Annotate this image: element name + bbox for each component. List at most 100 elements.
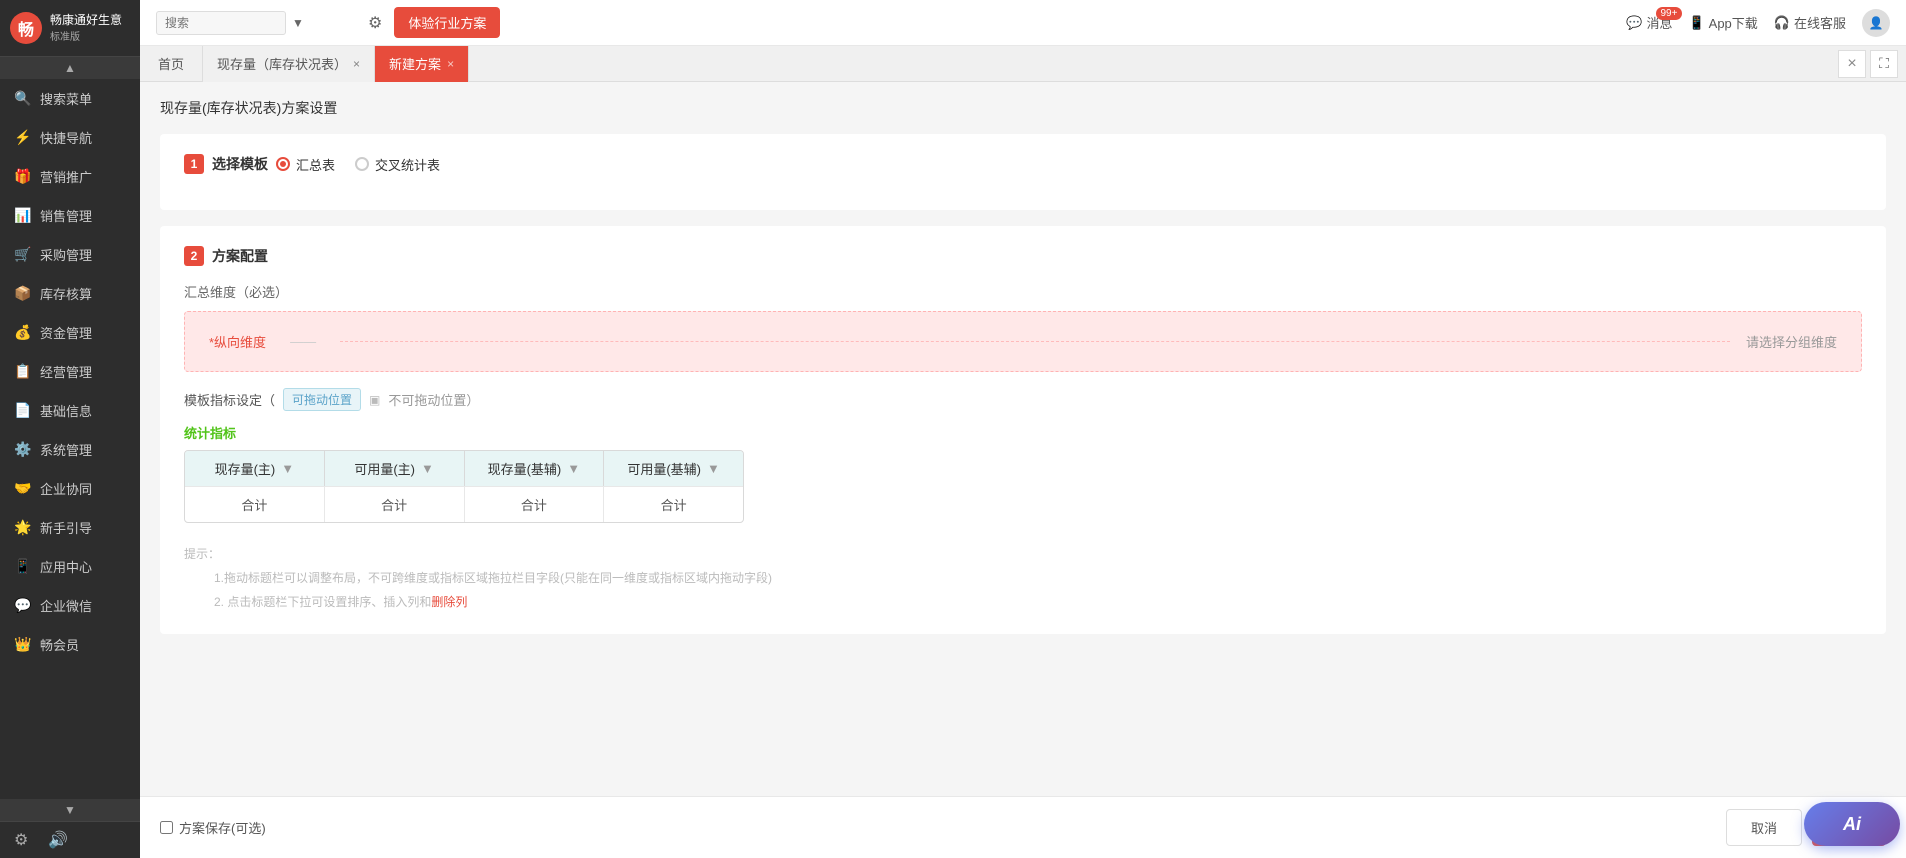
service-label: 在线客服 [1794,13,1846,32]
panel-expand-btn[interactable]: ⛶ [1870,50,1898,78]
step2-card: 2 方案配置 汇总维度（必选） *纵向维度 —— 请选择分组维度 模板指标设定（… [160,226,1886,634]
tab-inventory-status-close[interactable]: × [353,57,360,71]
sidebar-item-app-center[interactable]: 📱 应用中心 [0,547,140,586]
sidebar-label-member: 畅会员 [40,635,79,654]
avatar-placeholder: 👤 [1869,16,1884,30]
stats-col-header-2[interactable]: 现存量(基辅) ▼ [465,451,605,486]
sidebar-item-sales[interactable]: 📊 销售管理 [0,196,140,235]
tab-new-scheme-close[interactable]: × [447,57,454,71]
save-checkbox[interactable] [160,821,173,834]
tab-inventory-status[interactable]: 现存量（库存状况表） × [203,46,375,82]
settings-gear-button[interactable]: ⚙ [368,13,382,33]
sidebar-icon-search-menu: 🔍 [14,90,32,108]
sidebar-bottom: ⚙ 🔊 [0,821,140,858]
sidebar-icon-newbie: 🌟 [14,519,32,537]
message-icon: 💬 [1626,15,1642,31]
step1-title: 选择模板 [212,154,268,174]
ai-btn-label: Ai [1843,814,1861,835]
vertical-dimension-label: *纵向维度 [209,332,266,351]
immovable-icon: ▣ [369,393,380,407]
template-radio-group: 汇总表 交叉统计表 [276,155,440,174]
sidebar-icon-finance: 💰 [14,324,32,342]
radio-option-summary[interactable]: 汇总表 [276,155,335,174]
dimension-dash-line [340,341,1730,342]
cancel-button[interactable]: 取消 [1726,809,1802,846]
dimension-area[interactable]: *纵向维度 —— 请选择分组维度 [184,311,1862,372]
sidebar-label-sales: 销售管理 [40,206,92,225]
radio-summary-label: 汇总表 [296,155,335,174]
tab-home[interactable]: 首页 [140,46,203,82]
sidebar-scroll-up[interactable]: ▲ [0,57,140,79]
tips-section: 提示： 1.拖动标题栏可以调整布局，不可跨维度或指标区域拖拉栏目字段(只能在同一… [184,542,1862,614]
app-download-button[interactable]: 📱 App下载 [1688,13,1757,32]
topbar: ▼ ⚙ 体验行业方案 💬 消息 99+ 📱 App下载 🎧 在线客服 👤 [140,0,1906,46]
movable-badge: 可拖动位置 [283,388,361,411]
radio-option-cross[interactable]: 交叉统计表 [355,155,440,174]
sidebar-item-wechat[interactable]: 💬 企业微信 [0,586,140,625]
radio-summary-circle [276,157,290,171]
main-area: ▼ ⚙ 体验行业方案 💬 消息 99+ 📱 App下载 🎧 在线客服 👤 首页 [140,0,1906,858]
sidebar-item-system[interactable]: ⚙️ 系统管理 [0,430,140,469]
sidebar-item-finance[interactable]: 💰 资金管理 [0,313,140,352]
app-version: 标准版 [50,28,122,43]
stats-cell-0: 合计 [185,487,325,522]
sidebar: 畅 畅康通好生意 标准版 ▲ 🔍 搜索菜单 ⚡ 快捷导航 🎁 营销推广 📊 销售… [0,0,140,858]
sidebar-item-operation[interactable]: 📋 经营管理 [0,352,140,391]
sidebar-label-operation: 经营管理 [40,362,92,381]
panel-close-btn[interactable]: × [1838,50,1866,78]
sidebar-icon-purchase: 🛒 [14,246,32,264]
sidebar-item-member[interactable]: 👑 畅会员 [0,625,140,664]
indicator-settings-row: 模板指标设定（ 可拖动位置 ▣ 不可拖动位置） [184,388,1862,411]
sidebar-icon-enterprise: 🤝 [14,480,32,498]
col-dropdown-icon-0: ▼ [281,461,294,476]
col-label-1: 可用量(主) [354,459,415,478]
search-dropdown-button[interactable]: ▼ [292,16,304,30]
ai-float-button[interactable]: Ai [1804,802,1900,846]
tab-new-scheme[interactable]: 新建方案 × [375,46,469,82]
footer-area: 方案保存(可选) 取消 查询 [140,796,1906,858]
sidebar-icon-quick-nav: ⚡ [14,129,32,147]
app-download-label: App下载 [1709,13,1758,32]
step2-header: 2 方案配置 [184,246,1862,266]
stats-cell-1: 合计 [325,487,465,522]
sidebar-item-basic-info[interactable]: 📄 基础信息 [0,391,140,430]
online-service-button[interactable]: 🎧 在线客服 [1774,13,1846,32]
save-checkbox-area: 方案保存(可选) [160,818,266,837]
user-avatar[interactable]: 👤 [1862,9,1890,37]
sidebar-label-finance: 资金管理 [40,323,92,342]
sidebar-item-quick-nav[interactable]: ⚡ 快捷导航 [0,118,140,157]
col-label-3: 可用量(基辅) [627,459,701,478]
tip-item-2: 2. 点击标题栏下拉可设置排序、插入列和删除列 [214,590,1862,614]
page-title: 现存量(库存状况表)方案设置 [160,98,1886,118]
sidebar-item-marketing[interactable]: 🎁 营销推广 [0,157,140,196]
step2-num: 2 [184,246,204,266]
sidebar-icon-system: ⚙️ [14,441,32,459]
stats-col-header-0[interactable]: 现存量(主) ▼ [185,451,325,486]
sidebar-label-inventory: 库存核算 [40,284,92,303]
save-checkbox-label: 方案保存(可选) [179,818,266,837]
sidebar-icon-member: 👑 [14,636,32,654]
sidebar-item-purchase[interactable]: 🛒 采购管理 [0,235,140,274]
sidebar-item-enterprise[interactable]: 🤝 企业协同 [0,469,140,508]
sidebar-item-inventory[interactable]: 📦 库存核算 [0,274,140,313]
topbar-right: 💬 消息 99+ 📱 App下载 🎧 在线客服 👤 [1626,9,1890,37]
topbar-search-area: ▼ [156,11,356,35]
col-label-2: 现存量(基辅) [488,459,562,478]
col-dropdown-icon-2: ▼ [567,461,580,476]
stats-col-header-3[interactable]: 可用量(基辅)▼ [604,451,743,486]
sidebar-icon-sales: 📊 [14,207,32,225]
sidebar-scroll-down[interactable]: ▼ [0,799,140,821]
search-input[interactable] [156,11,286,35]
dimension-dash: —— [290,334,316,349]
settings-bottom-icon[interactable]: ⚙ [14,830,28,850]
sidebar-item-search-menu[interactable]: 🔍 搜索菜单 [0,79,140,118]
sidebar-item-newbie[interactable]: 🌟 新手引导 [0,508,140,547]
speaker-bottom-icon[interactable]: 🔊 [48,830,68,850]
col-label-0: 现存量(主) [215,459,276,478]
message-button[interactable]: 💬 消息 99+ [1626,13,1672,32]
experience-btn[interactable]: 体验行业方案 [394,7,500,38]
radio-cross-circle [355,157,369,171]
message-badge: 99+ [1656,7,1683,20]
stats-col-header-1[interactable]: 可用量(主)▼ [325,451,465,486]
app-logo-icon: 畅 [10,12,42,44]
